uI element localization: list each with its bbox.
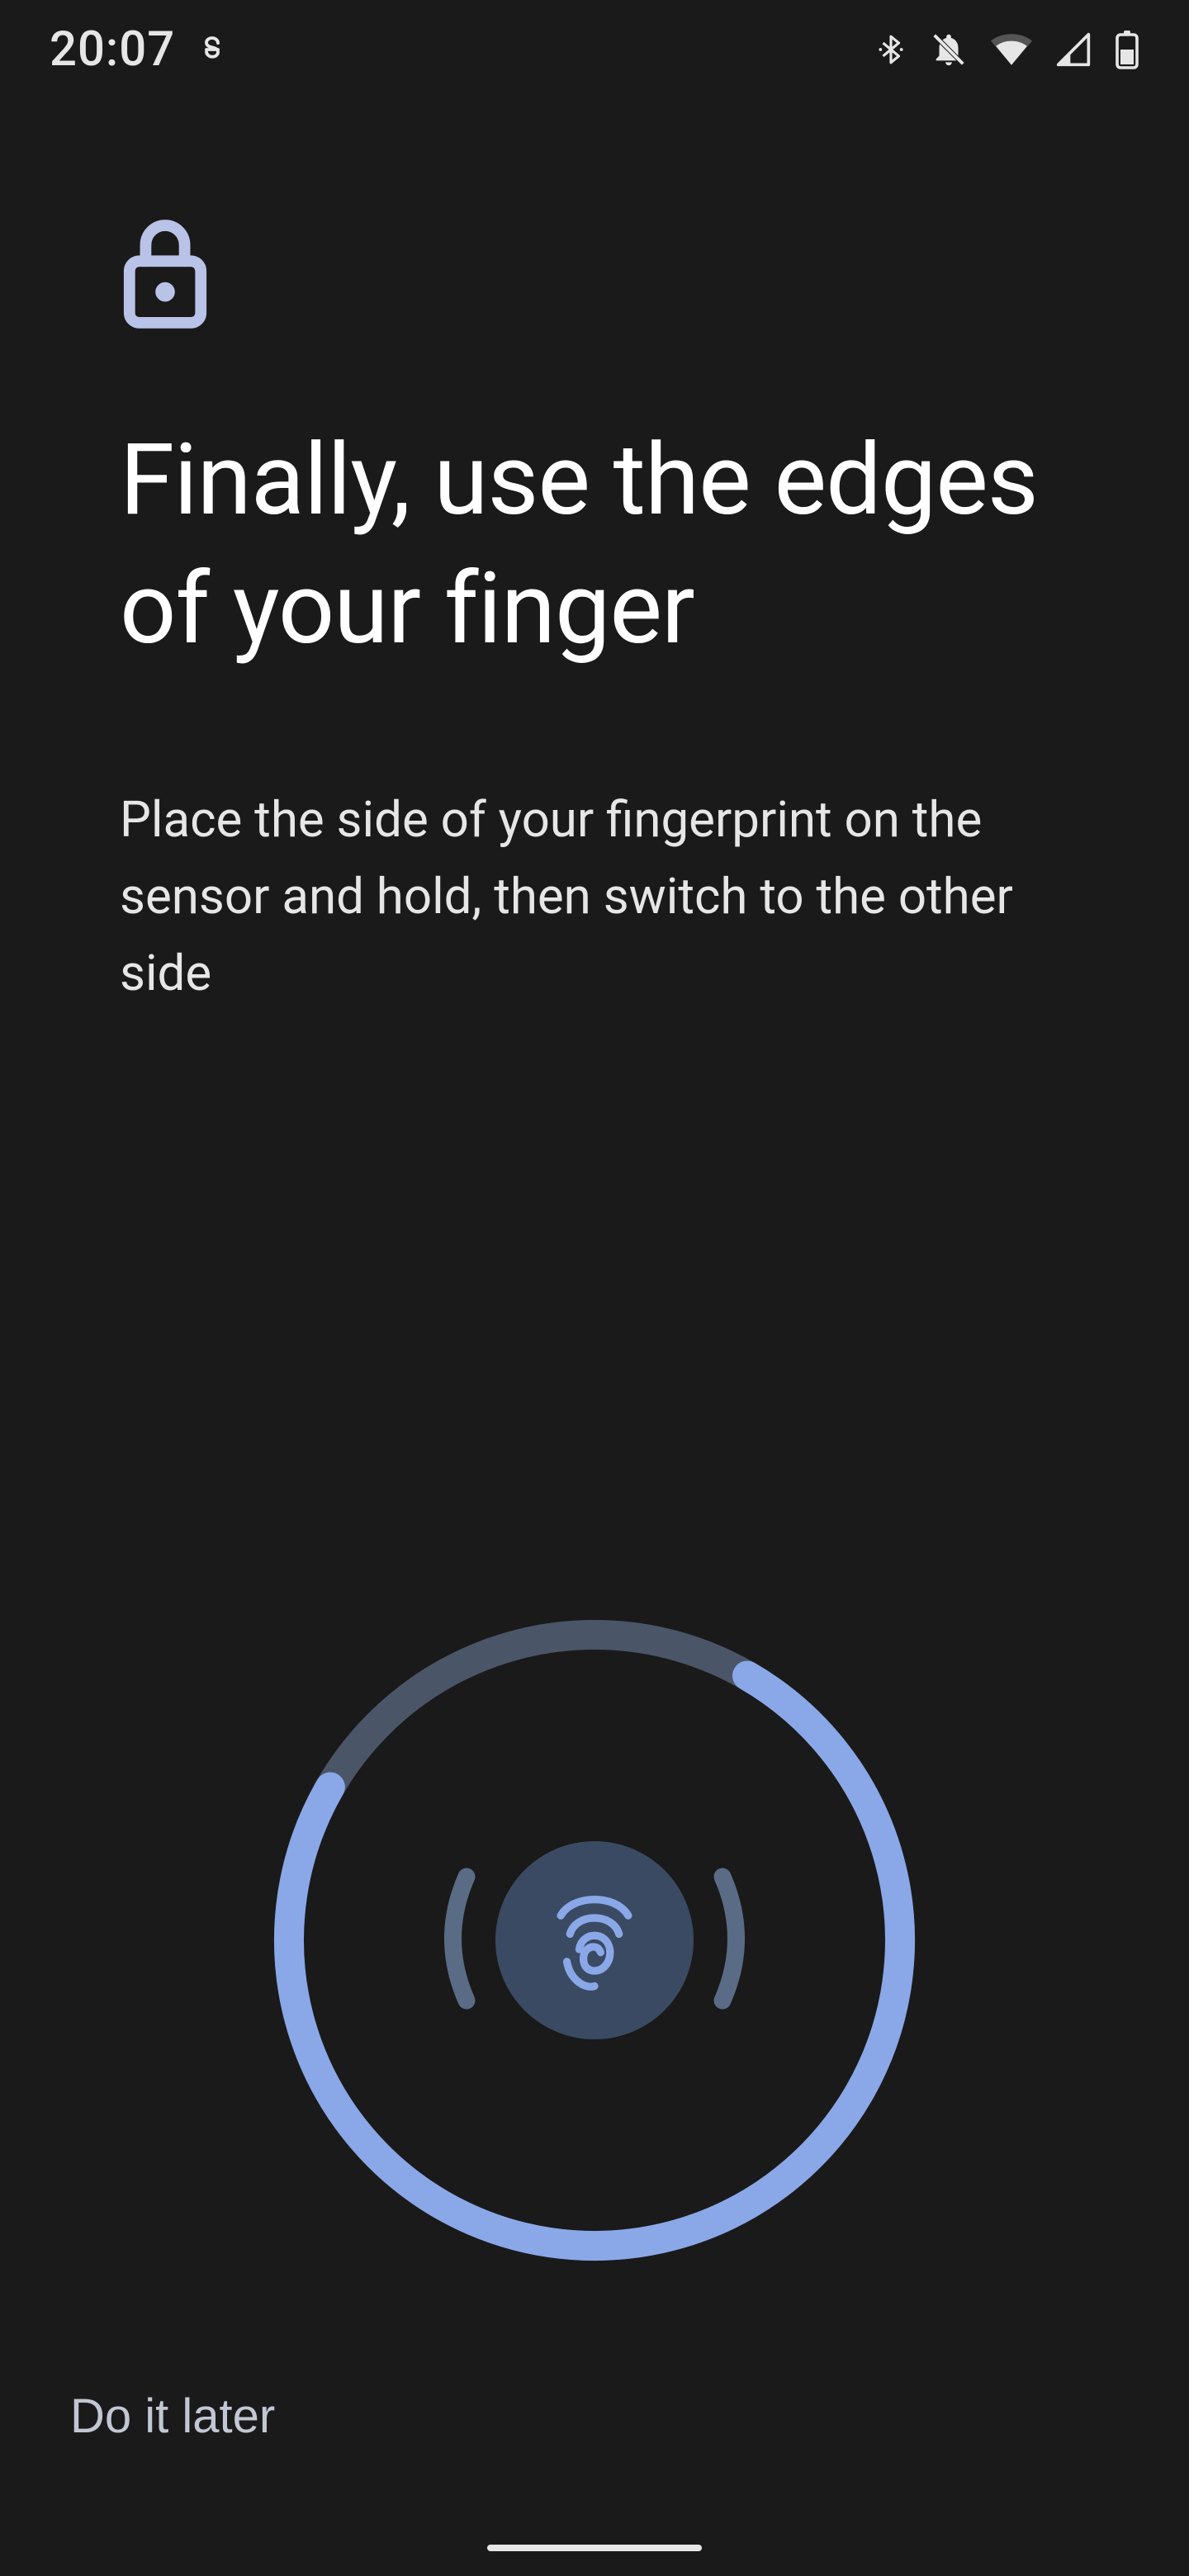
- status-right: [875, 30, 1139, 69]
- fingerprint-icon: [545, 1885, 644, 1996]
- page-subtitle: Place the side of your fingerprint on th…: [120, 781, 1069, 1011]
- dnd-off-icon: [930, 31, 968, 69]
- lock-icon: [120, 215, 1069, 334]
- currency-icon: [195, 32, 230, 67]
- fingerprint-sensor[interactable]: [495, 1841, 694, 2039]
- signal-icon: [1055, 31, 1092, 68]
- vibrate-right-icon: [710, 1864, 760, 2016]
- footer: Do it later: [70, 2372, 275, 2460]
- wifi-icon: [991, 33, 1032, 66]
- bluetooth-icon: [875, 31, 907, 69]
- do-it-later-button[interactable]: Do it later: [70, 2372, 275, 2460]
- vibrate-left-icon: [429, 1864, 479, 2016]
- status-bar: 20:07: [0, 0, 1189, 99]
- nav-handle[interactable]: [487, 2545, 702, 2551]
- status-left: 20:07: [50, 21, 230, 78]
- fingerprint-sensor-area[interactable]: [264, 1610, 925, 2271]
- page-title: Finally, use the edges of your finger: [120, 416, 1069, 674]
- battery-icon: [1115, 30, 1139, 69]
- status-time: 20:07: [50, 21, 175, 78]
- content: Finally, use the edges of your finger Pl…: [120, 215, 1069, 1011]
